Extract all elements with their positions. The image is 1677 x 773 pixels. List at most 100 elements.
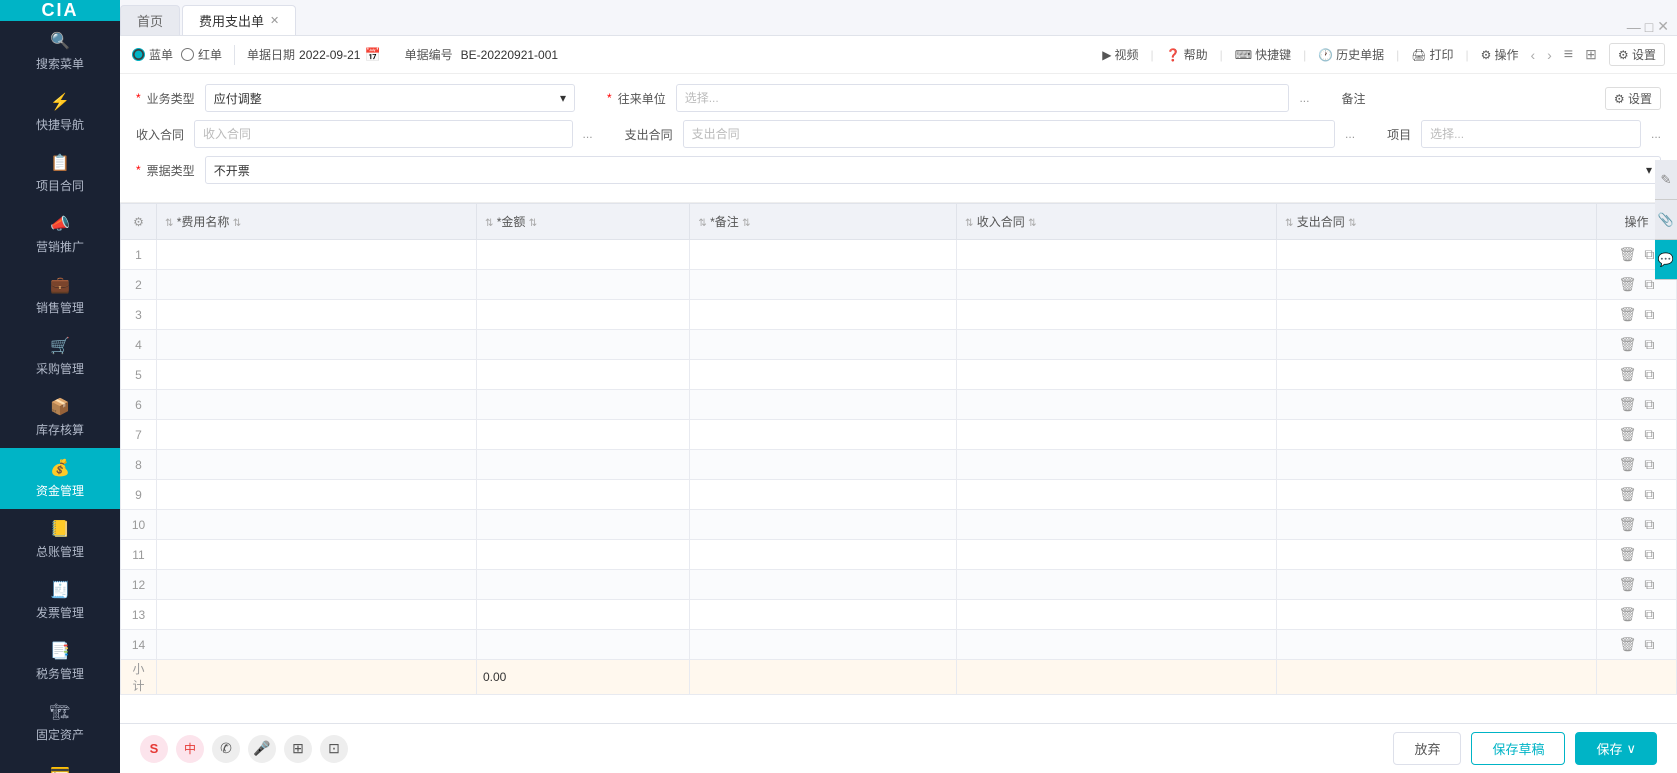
th-expense-name[interactable]: ⇅ *费用名称 ⇅: [157, 204, 477, 240]
edit-sticky-icon[interactable]: ✎: [1655, 160, 1677, 200]
row-remark[interactable]: [690, 270, 957, 300]
row-remark[interactable]: [690, 540, 957, 570]
row-income-contract[interactable]: [956, 630, 1276, 660]
row-remark[interactable]: [690, 360, 957, 390]
save-draft-button[interactable]: 保存草稿: [1471, 732, 1565, 765]
radio-red-input[interactable]: [181, 48, 194, 61]
row-expense-contract[interactable]: [1276, 390, 1596, 420]
row-delete-icon[interactable]: 🗑: [1619, 336, 1637, 353]
invoice-type-select[interactable]: 不开票 ▾: [205, 156, 1661, 184]
window-maximize-btn[interactable]: □: [1645, 19, 1653, 35]
nav-next-btn[interactable]: ›: [1547, 47, 1552, 63]
row-expense-name[interactable]: [157, 390, 477, 420]
radio-blue-input[interactable]: [132, 48, 145, 61]
row-income-contract[interactable]: [956, 480, 1276, 510]
row-expense-contract[interactable]: [1276, 240, 1596, 270]
row-income-contract[interactable]: [956, 330, 1276, 360]
row-expense-name[interactable]: [157, 420, 477, 450]
settings-button[interactable]: ⚙ 设置: [1609, 43, 1665, 66]
row-remark[interactable]: [690, 240, 957, 270]
row-amount[interactable]: [477, 300, 690, 330]
row-amount[interactable]: [477, 270, 690, 300]
row-copy-icon[interactable]: ⧉: [1644, 426, 1654, 443]
row-expense-name[interactable]: [157, 450, 477, 480]
row-copy-icon[interactable]: ⧉: [1644, 456, 1654, 473]
row-expense-name[interactable]: [157, 270, 477, 300]
row-amount[interactable]: [477, 390, 690, 420]
business-type-select[interactable]: 应付调整 ▾: [205, 84, 575, 112]
row-expense-contract[interactable]: [1276, 270, 1596, 300]
row-expense-name[interactable]: [157, 330, 477, 360]
row-remark[interactable]: [690, 330, 957, 360]
row-expense-contract[interactable]: [1276, 600, 1596, 630]
row-amount[interactable]: [477, 240, 690, 270]
row-copy-icon[interactable]: ⧉: [1644, 486, 1654, 503]
sidebar-item-payroll[interactable]: 💳 工资: [0, 753, 120, 773]
row-remark[interactable]: [690, 420, 957, 450]
calendar-icon[interactable]: 📅: [364, 47, 380, 63]
sidebar-item-quick-nav[interactable]: ⚡ 快捷导航: [0, 82, 120, 143]
row-expense-name[interactable]: [157, 540, 477, 570]
sidebar-item-capital-mgmt[interactable]: 💰 资金管理: [0, 448, 120, 509]
row-copy-icon[interactable]: ⧉: [1644, 336, 1654, 353]
window-minimize-btn[interactable]: —: [1627, 19, 1641, 35]
row-copy-icon[interactable]: ⧉: [1644, 246, 1654, 263]
row-copy-icon[interactable]: ⧉: [1644, 366, 1654, 383]
row-amount[interactable]: [477, 420, 690, 450]
row-expense-contract[interactable]: [1276, 540, 1596, 570]
row-expense-name[interactable]: [157, 480, 477, 510]
partner-ellipsis[interactable]: ...: [1299, 91, 1309, 105]
row-amount[interactable]: [477, 540, 690, 570]
nav-prev-btn[interactable]: ‹: [1530, 47, 1535, 63]
row-expense-contract[interactable]: [1276, 330, 1596, 360]
row-income-contract[interactable]: [956, 570, 1276, 600]
th-expense-contract[interactable]: ⇅ 支出合同 ⇅: [1276, 204, 1596, 240]
row-income-contract[interactable]: [956, 300, 1276, 330]
view-list-btn[interactable]: ≡: [1564, 46, 1573, 64]
row-expense-name[interactable]: [157, 600, 477, 630]
income-contract-ellipsis[interactable]: ...: [583, 127, 593, 141]
row-income-contract[interactable]: [956, 540, 1276, 570]
phone-icon[interactable]: ✆: [212, 735, 240, 763]
row-copy-icon[interactable]: ⧉: [1644, 636, 1654, 653]
row-delete-icon[interactable]: 🗑: [1619, 246, 1637, 263]
expense-contract-ellipsis[interactable]: ...: [1345, 127, 1355, 141]
row-income-contract[interactable]: [956, 240, 1276, 270]
row-copy-icon[interactable]: ⧉: [1644, 306, 1654, 323]
video-btn[interactable]: ▶ 视频: [1102, 46, 1138, 63]
row-delete-icon[interactable]: 🗑: [1619, 276, 1637, 293]
row-amount[interactable]: [477, 630, 690, 660]
sidebar-item-invoice-mgmt[interactable]: 🧾 发票管理: [0, 570, 120, 631]
tab-home[interactable]: 首页: [120, 5, 180, 35]
s-brand-icon[interactable]: S: [140, 735, 168, 763]
row-income-contract[interactable]: [956, 360, 1276, 390]
row-delete-icon[interactable]: 🗑: [1619, 546, 1637, 563]
row-expense-contract[interactable]: [1276, 420, 1596, 450]
row-expense-name[interactable]: [157, 570, 477, 600]
row-delete-icon[interactable]: 🗑: [1619, 456, 1637, 473]
row-delete-icon[interactable]: 🗑: [1619, 576, 1637, 593]
sidebar-item-fixed-assets[interactable]: 🏗 固定资产: [0, 692, 120, 753]
row-income-contract[interactable]: [956, 450, 1276, 480]
chat-sticky-icon[interactable]: 💬: [1655, 240, 1677, 280]
radio-red[interactable]: 红单: [181, 46, 222, 63]
row-delete-icon[interactable]: 🗑: [1619, 606, 1637, 623]
row-expense-contract[interactable]: [1276, 300, 1596, 330]
ops-btn[interactable]: ⚙ 操作: [1481, 46, 1519, 63]
row-income-contract[interactable]: [956, 420, 1276, 450]
sidebar-item-project-contract[interactable]: 📋 项目合同: [0, 143, 120, 204]
sidebar-item-tax-mgmt[interactable]: 📑 税务管理: [0, 631, 120, 692]
sidebar-item-inventory[interactable]: 📦 库存核算: [0, 387, 120, 448]
row-amount[interactable]: [477, 330, 690, 360]
row-income-contract[interactable]: [956, 510, 1276, 540]
sidebar-item-sales-mgmt[interactable]: 💼 销售管理: [0, 265, 120, 326]
row-expense-contract[interactable]: [1276, 570, 1596, 600]
help-btn[interactable]: ❓ 帮助: [1166, 46, 1208, 63]
sidebar-item-ledger-mgmt[interactable]: 📒 总账管理: [0, 509, 120, 570]
row-amount[interactable]: [477, 480, 690, 510]
th-amount[interactable]: ⇅ *金额 ⇅: [477, 204, 690, 240]
row-remark[interactable]: [690, 570, 957, 600]
row-remark[interactable]: [690, 480, 957, 510]
tab-expense-bill[interactable]: 费用支出单 ✕: [182, 5, 296, 35]
row-amount[interactable]: [477, 570, 690, 600]
